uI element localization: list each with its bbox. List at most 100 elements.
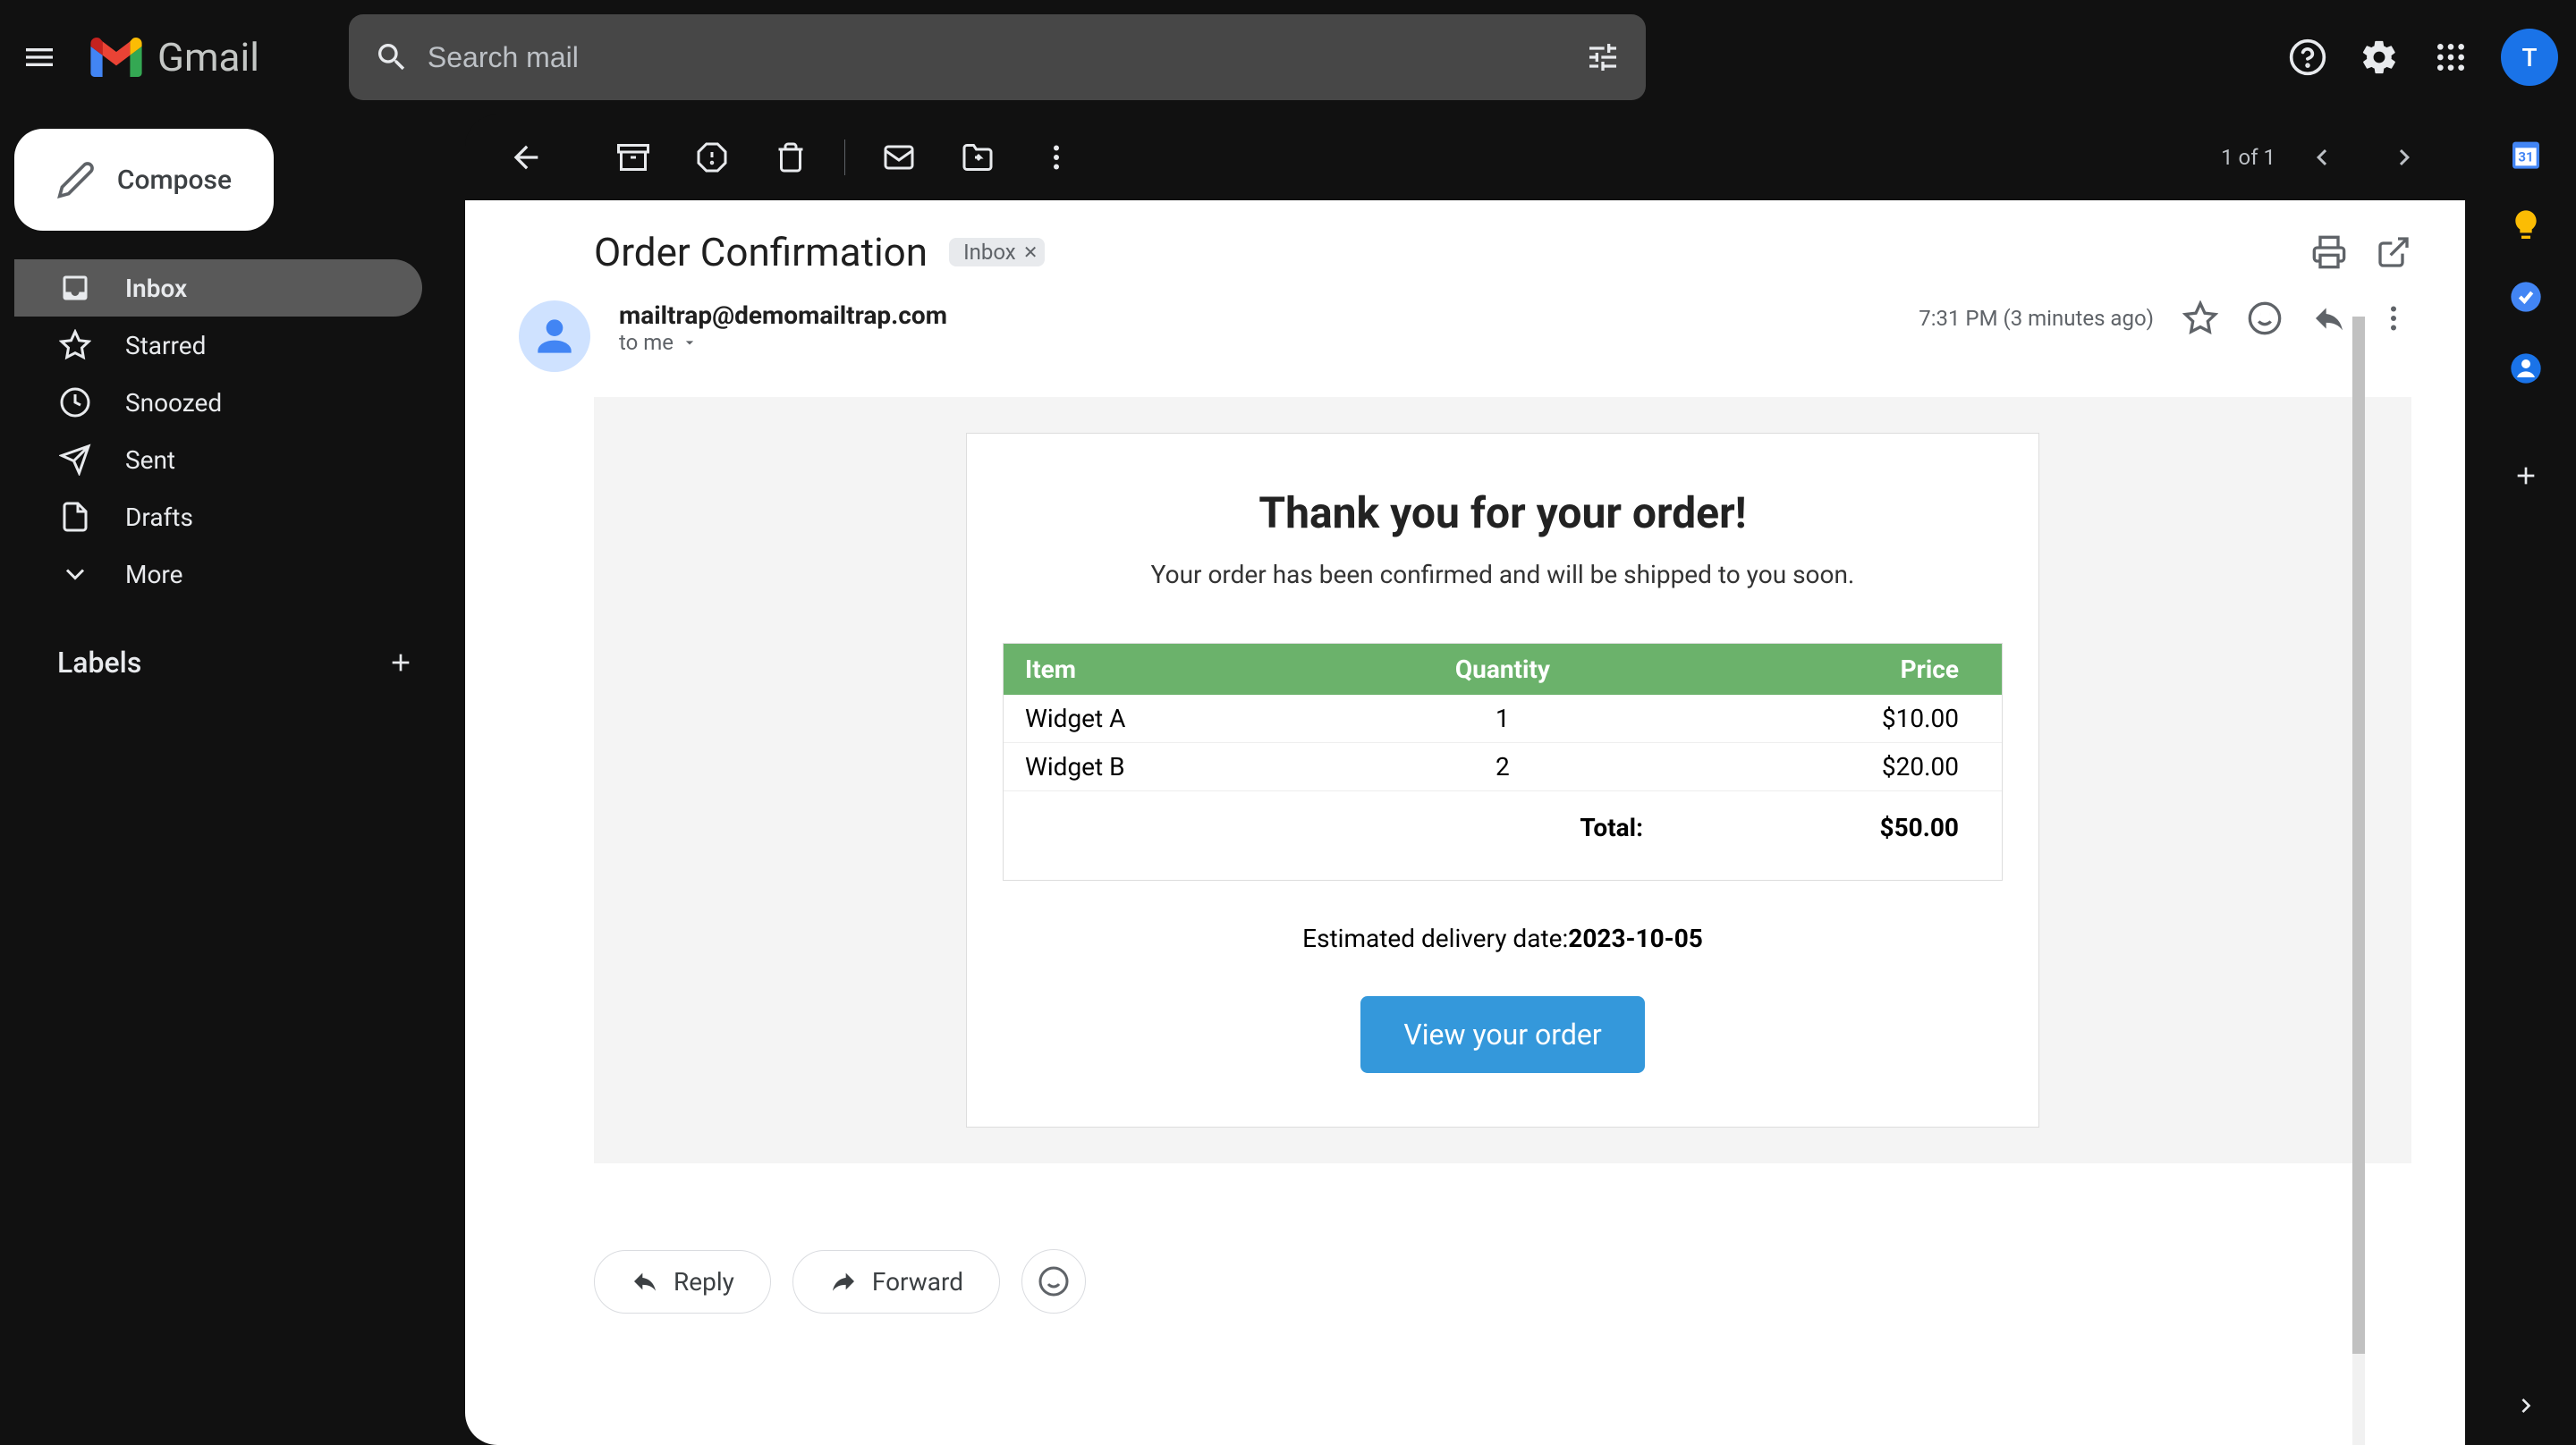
scrollbar-thumb[interactable]	[2352, 317, 2365, 1354]
archive-button[interactable]	[597, 122, 669, 193]
tasks-icon	[2508, 279, 2544, 315]
calendar-app-button[interactable]: 31	[2508, 136, 2544, 172]
keep-app-button[interactable]	[2508, 207, 2544, 243]
spam-button[interactable]	[676, 122, 748, 193]
message-time: 7:31 PM (3 minutes ago)	[1919, 306, 2154, 331]
table-row: Widget A 1 $10.00	[1004, 695, 2002, 743]
person-icon	[530, 311, 580, 361]
main-panel: 1 of 1 Order Confirmation Inbox	[465, 114, 2465, 1445]
toolbar-divider	[844, 139, 845, 175]
back-arrow-icon	[508, 139, 544, 175]
compose-button[interactable]: Compose	[14, 129, 274, 231]
contacts-app-button[interactable]	[2508, 351, 2544, 386]
sidebar-item-label: Drafts	[125, 503, 193, 532]
view-order-button[interactable]: View your order	[1360, 996, 1644, 1073]
mail-icon	[883, 141, 915, 173]
older-button[interactable]	[2368, 122, 2440, 193]
archive-icon	[617, 141, 649, 173]
plus-icon	[2512, 461, 2540, 490]
more-vertical-icon	[2377, 302, 2410, 334]
chevron-right-icon	[2388, 141, 2420, 173]
delete-button[interactable]	[755, 122, 826, 193]
reply-icon-button[interactable]	[2311, 300, 2347, 336]
side-panel: 31	[2476, 114, 2576, 1445]
sidebar-item-starred[interactable]: Starred	[14, 317, 422, 374]
order-card: Thank you for your order! Your order has…	[966, 433, 2039, 1128]
tasks-app-button[interactable]	[2508, 279, 2544, 315]
sender-email: mailtrap@demomailtrap.com	[619, 300, 947, 330]
help-icon	[2288, 38, 2327, 77]
move-to-button[interactable]	[942, 122, 1013, 193]
scrollbar[interactable]	[2352, 317, 2365, 1445]
main-menu-button[interactable]	[18, 36, 61, 79]
send-icon	[57, 442, 93, 477]
sidebar-item-label: Sent	[125, 445, 175, 475]
sidebar-item-label: Snoozed	[125, 388, 222, 418]
search-options-icon[interactable]	[1585, 39, 1621, 75]
settings-button[interactable]	[2358, 36, 2401, 79]
smile-icon	[1038, 1265, 1070, 1297]
mark-unread-button[interactable]	[863, 122, 935, 193]
email-body: Thank you for your order! Your order has…	[594, 397, 2411, 1163]
sidebar-item-label: More	[125, 560, 183, 589]
search-input[interactable]	[428, 41, 1567, 74]
labels-section: Labels	[14, 646, 451, 680]
label-chip-text: Inbox	[963, 240, 1016, 265]
sender-avatar[interactable]	[519, 300, 590, 372]
contacts-icon	[2508, 351, 2544, 386]
chevron-left-icon	[2306, 141, 2338, 173]
inbox-icon	[57, 270, 93, 306]
table-header-quantity: Quantity	[1341, 644, 1665, 695]
back-button[interactable]	[490, 122, 562, 193]
remove-label-icon[interactable]: ✕	[1023, 241, 1038, 263]
order-title: Thank you for your order!	[1003, 487, 2003, 538]
account-avatar[interactable]: T	[2501, 29, 2558, 86]
labels-title: Labels	[57, 646, 141, 680]
reply-button[interactable]: Reply	[594, 1250, 771, 1314]
sidebar-item-drafts[interactable]: Drafts	[14, 488, 422, 545]
help-button[interactable]	[2286, 36, 2329, 79]
chevron-down-icon	[57, 556, 93, 592]
clock-icon	[57, 384, 93, 420]
menu-icon	[21, 39, 57, 75]
svg-text:31: 31	[2518, 148, 2533, 165]
message-more-button[interactable]	[2376, 300, 2411, 336]
newer-button[interactable]	[2286, 122, 2358, 193]
star-outline-icon	[2182, 300, 2218, 336]
print-icon	[2311, 234, 2347, 270]
label-chip[interactable]: Inbox ✕	[949, 238, 1045, 266]
gmail-logo[interactable]: Gmail	[89, 34, 259, 80]
gmail-logo-text: Gmail	[157, 34, 259, 80]
draft-icon	[57, 499, 93, 535]
sidebar-item-more[interactable]: More	[14, 545, 422, 603]
compose-label: Compose	[117, 165, 232, 196]
dropdown-icon	[681, 334, 699, 351]
add-label-icon[interactable]	[386, 648, 415, 677]
print-button[interactable]	[2311, 234, 2347, 270]
more-actions-button[interactable]	[1021, 122, 1092, 193]
sidebar-item-sent[interactable]: Sent	[14, 431, 422, 488]
reply-arrow-icon	[2311, 300, 2347, 336]
forward-button[interactable]: Forward	[792, 1250, 1000, 1314]
table-row: Widget B 2 $20.00	[1004, 743, 2002, 791]
sidebar-item-label: Starred	[125, 331, 206, 360]
pagination-text: 1 of 1	[2221, 145, 2275, 170]
search-bar	[349, 14, 1646, 100]
table-header-item: Item	[1004, 644, 1341, 695]
order-subtitle: Your order has been confirmed and will b…	[1003, 560, 2003, 589]
sidebar-item-inbox[interactable]: Inbox	[14, 259, 422, 317]
hide-panel-button[interactable]	[2508, 1388, 2544, 1424]
header: Gmail T	[0, 0, 2576, 114]
star-icon	[57, 327, 93, 363]
emoji-reaction-button[interactable]	[1021, 1249, 1086, 1314]
recipient-line[interactable]: to me	[619, 330, 947, 355]
open-new-window-button[interactable]	[2376, 234, 2411, 270]
emoji-react-button[interactable]	[2247, 300, 2283, 336]
message-content: Order Confirmation Inbox ✕	[465, 200, 2465, 1445]
apps-button[interactable]	[2429, 36, 2472, 79]
message-toolbar: 1 of 1	[465, 114, 2465, 200]
get-addons-button[interactable]	[2508, 458, 2544, 494]
sidebar-item-snoozed[interactable]: Snoozed	[14, 374, 422, 431]
star-message-button[interactable]	[2182, 300, 2218, 336]
search-icon[interactable]	[374, 39, 410, 75]
